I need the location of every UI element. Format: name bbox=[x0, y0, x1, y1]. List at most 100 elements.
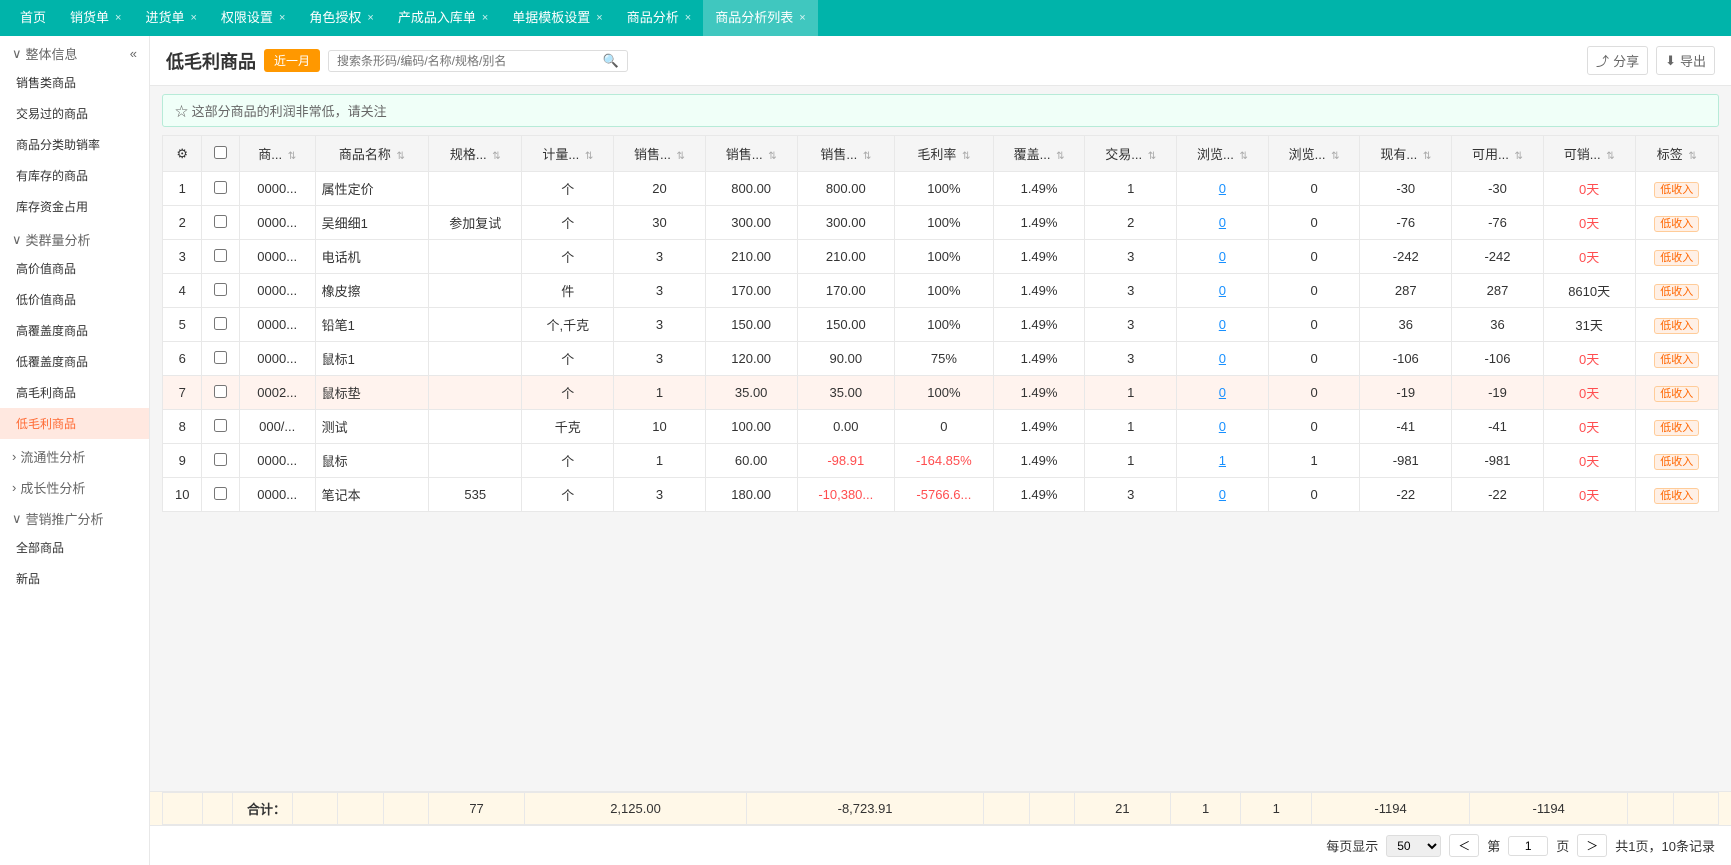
nav-purchase-order[interactable]: 进货单 × bbox=[133, 0, 208, 36]
th-sellable-days[interactable]: 可销... ⇅ bbox=[1543, 136, 1635, 172]
table-row: 1 0000... 属性定价 个 20 800.00 800.00 100% 1… bbox=[163, 172, 1719, 206]
row-sales-amount: 150.00 bbox=[797, 308, 895, 342]
sidebar-item-sales-goods[interactable]: 销售类商品 bbox=[0, 67, 149, 98]
row-select-checkbox[interactable] bbox=[214, 419, 227, 432]
table-header-row: ⚙ 商... ⇅ 商品名称 ⇅ 规格... ⇅ 计量... ⇅ 销售... ⇅ … bbox=[163, 136, 1719, 172]
row-no: 7 bbox=[163, 376, 202, 410]
th-sales-price[interactable]: 销售... ⇅ bbox=[705, 136, 797, 172]
th-spec[interactable]: 规格... ⇅ bbox=[429, 136, 522, 172]
row-current-stock: -19 bbox=[1360, 376, 1452, 410]
row-sales-price: 120.00 bbox=[705, 342, 797, 376]
browse-link[interactable]: 0 bbox=[1219, 419, 1226, 434]
th-settings[interactable]: ⚙ bbox=[163, 136, 202, 172]
row-spec bbox=[429, 410, 522, 444]
th-tag[interactable]: 标签 ⇅ bbox=[1635, 136, 1719, 172]
browse-link[interactable]: 0 bbox=[1219, 181, 1226, 196]
page-size-select[interactable]: 50 100 200 bbox=[1386, 835, 1441, 857]
sidebar-group-growth[interactable]: › 成长性分析 bbox=[0, 470, 149, 501]
sidebar-item-low-value[interactable]: 低价值商品 bbox=[0, 284, 149, 315]
th-sales-qty[interactable]: 销售... ⇅ bbox=[614, 136, 706, 172]
sidebar-item-capital[interactable]: 库存资金占用 bbox=[0, 191, 149, 222]
browse-link[interactable]: 0 bbox=[1219, 249, 1226, 264]
th-browse2[interactable]: 浏览... ⇅ bbox=[1268, 136, 1360, 172]
row-available-stock: -981 bbox=[1452, 444, 1544, 478]
row-no: 2 bbox=[163, 206, 202, 240]
sidebar-item-low-coverage[interactable]: 低覆盖度商品 bbox=[0, 346, 149, 377]
row-sellable-days: 31天 bbox=[1543, 308, 1635, 342]
sidebar-item-high-value[interactable]: 高价值商品 bbox=[0, 253, 149, 284]
row-select-checkbox[interactable] bbox=[214, 351, 227, 364]
browse-link[interactable]: 0 bbox=[1219, 317, 1226, 332]
nav-sales-order[interactable]: 销货单 × bbox=[58, 0, 133, 36]
sidebar-item-traded-goods[interactable]: 交易过的商品 bbox=[0, 98, 149, 129]
totals-browse2: 1 bbox=[1241, 793, 1312, 825]
export-icon: ⬇ bbox=[1665, 53, 1676, 69]
tag-label: 低收入 bbox=[1654, 488, 1699, 504]
row-checkbox bbox=[202, 478, 239, 512]
prev-page-btn[interactable]: ＜ bbox=[1449, 834, 1479, 857]
th-trade-count[interactable]: 交易... ⇅ bbox=[1085, 136, 1177, 172]
sidebar-item-inventory-goods[interactable]: 有库存的商品 bbox=[0, 160, 149, 191]
sidebar-item-low-margin[interactable]: 低毛利商品 bbox=[0, 408, 149, 439]
sidebar-item-category-rate[interactable]: 商品分类助销率 bbox=[0, 129, 149, 160]
nav-home[interactable]: 首页 bbox=[8, 0, 58, 36]
nav-product-analysis-list[interactable]: 商品分析列表 × bbox=[703, 0, 817, 36]
browse-link[interactable]: 0 bbox=[1219, 385, 1226, 400]
nav-template-settings[interactable]: 单据模板设置 × bbox=[500, 0, 614, 36]
th-coverage[interactable]: 覆盖... ⇅ bbox=[993, 136, 1085, 172]
th-name[interactable]: 商品名称 ⇅ bbox=[315, 136, 428, 172]
nav-product-analysis[interactable]: 商品分析 × bbox=[615, 0, 703, 36]
sidebar-item-new-goods[interactable]: 新品 bbox=[0, 563, 149, 594]
export-button[interactable]: ⬇ 导出 bbox=[1656, 46, 1715, 75]
row-select-checkbox[interactable] bbox=[214, 283, 227, 296]
nav-role-auth[interactable]: 角色授权 × bbox=[297, 0, 385, 36]
browse-link[interactable]: 0 bbox=[1219, 351, 1226, 366]
row-tag: 低收入 bbox=[1635, 478, 1719, 512]
row-spec bbox=[429, 444, 522, 478]
th-available-stock[interactable]: 可用... ⇅ bbox=[1452, 136, 1544, 172]
row-gross-margin: 100% bbox=[895, 308, 994, 342]
row-select-checkbox[interactable] bbox=[214, 249, 227, 262]
th-sales-amount[interactable]: 销售... ⇅ bbox=[797, 136, 895, 172]
search-icon[interactable]: 🔍 bbox=[603, 53, 619, 69]
row-select-checkbox[interactable] bbox=[214, 181, 227, 194]
row-select-checkbox[interactable] bbox=[214, 215, 227, 228]
sidebar-group-overall[interactable]: ∨ 整体信息 « bbox=[0, 36, 149, 67]
row-select-checkbox[interactable] bbox=[214, 487, 227, 500]
row-select-checkbox[interactable] bbox=[214, 317, 227, 330]
th-code[interactable]: 商... ⇅ bbox=[239, 136, 315, 172]
filter-btn[interactable]: 近一月 bbox=[264, 49, 320, 72]
browse-link[interactable]: 0 bbox=[1219, 283, 1226, 298]
sidebar-item-high-coverage[interactable]: 高覆盖度商品 bbox=[0, 315, 149, 346]
row-select-checkbox[interactable] bbox=[214, 385, 227, 398]
th-unit[interactable]: 计量... ⇅ bbox=[522, 136, 614, 172]
tag-label: 低收入 bbox=[1654, 216, 1699, 232]
sidebar-item-high-margin[interactable]: 高毛利商品 bbox=[0, 377, 149, 408]
th-current-stock[interactable]: 现有... ⇅ bbox=[1360, 136, 1452, 172]
row-sales-amount: 0.00 bbox=[797, 410, 895, 444]
search-input[interactable] bbox=[337, 54, 599, 68]
browse-link[interactable]: 0 bbox=[1219, 215, 1226, 230]
sidebar-group-circulation[interactable]: › 流通性分析 bbox=[0, 439, 149, 470]
select-all-checkbox[interactable] bbox=[214, 146, 227, 159]
th-checkbox bbox=[202, 136, 239, 172]
next-page-btn[interactable]: ＞ bbox=[1577, 834, 1607, 857]
row-spec bbox=[429, 376, 522, 410]
browse-link[interactable]: 1 bbox=[1219, 453, 1226, 468]
th-gross-margin[interactable]: 毛利率 ⇅ bbox=[895, 136, 994, 172]
nav-product-warehouse[interactable]: 产成品入库单 × bbox=[386, 0, 500, 36]
nav-permission[interactable]: 权限设置 × bbox=[209, 0, 297, 36]
sidebar-collapse-icon[interactable]: « bbox=[130, 46, 137, 61]
th-browse1[interactable]: 浏览... ⇅ bbox=[1177, 136, 1269, 172]
sidebar-group-cluster[interactable]: ∨ 类群量分析 bbox=[0, 222, 149, 253]
sidebar-group-marketing[interactable]: ∨ 营销推广分析 bbox=[0, 501, 149, 532]
row-select-checkbox[interactable] bbox=[214, 453, 227, 466]
totals-tag bbox=[1673, 793, 1718, 825]
browse-link[interactable]: 0 bbox=[1219, 487, 1226, 502]
sidebar-item-all-goods[interactable]: 全部商品 bbox=[0, 532, 149, 563]
row-gross-margin: 100% bbox=[895, 172, 994, 206]
tag-label: 低收入 bbox=[1654, 250, 1699, 266]
share-button[interactable]: ⤴ 分享 bbox=[1587, 46, 1648, 75]
page-number-input[interactable] bbox=[1508, 836, 1548, 856]
row-spec bbox=[429, 240, 522, 274]
